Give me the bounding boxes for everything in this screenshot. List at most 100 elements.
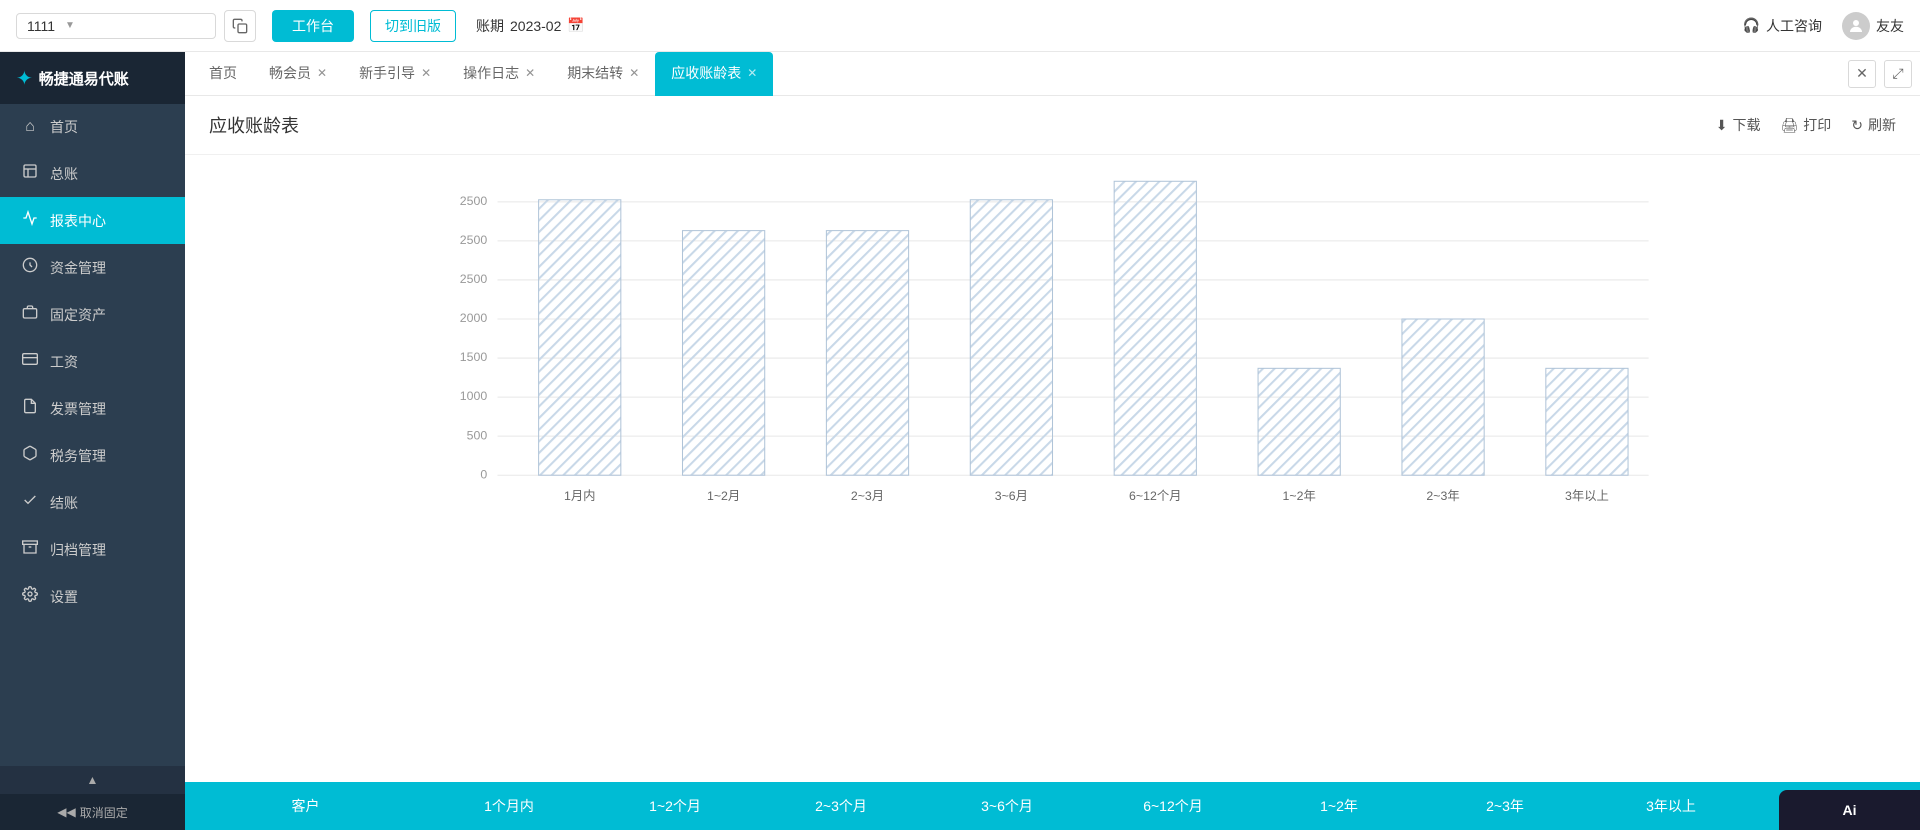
ai-button[interactable]: Ai	[1779, 790, 1920, 830]
tab-oplog-label: 操作日志	[463, 63, 519, 83]
consult-button[interactable]: 🎧 人工咨询	[1743, 16, 1822, 36]
invoice-icon	[20, 398, 40, 419]
workbench-button[interactable]: 工作台	[272, 10, 354, 42]
sidebar-item-funds[interactable]: 资金管理	[0, 244, 185, 291]
svg-text:2500: 2500	[460, 194, 488, 208]
table-header: 客户 1个月内 1~2个月 2~3个月 3~6个月 6~12个月 1~2年 2~…	[185, 782, 1920, 830]
tab-closing-label: 期末结转	[567, 63, 623, 83]
chart-area: 2500 2500 2500 2000 1500 1000 500 0	[185, 155, 1920, 782]
sidebar-item-label-assets: 固定资产	[50, 305, 106, 325]
col-1-2y: 1~2年	[1256, 796, 1422, 816]
settings-icon	[20, 586, 40, 607]
user-menu[interactable]: 友友	[1842, 12, 1904, 40]
period-value: 2023-02	[510, 18, 561, 34]
sidebar-item-closing[interactable]: 结账	[0, 479, 185, 526]
refresh-icon: ↻	[1851, 117, 1863, 134]
logo-text: 畅捷通易代账	[39, 68, 129, 89]
sidebar-item-label-home: 首页	[50, 117, 78, 137]
sidebar-scroll-up[interactable]: ▲	[0, 766, 185, 794]
tab-member[interactable]: 畅会员 ✕	[253, 52, 343, 96]
refresh-button[interactable]: ↻ 刷新	[1851, 115, 1896, 135]
svg-text:3~6月: 3~6月	[995, 489, 1028, 503]
sidebar-item-settings[interactable]: 设置	[0, 573, 185, 620]
col-3-6m: 3~6个月	[924, 796, 1090, 816]
company-selector[interactable]: 1111 ▼	[16, 13, 216, 39]
header-left: 1111 ▼ 工作台 切到旧版 账期 2023-02 📅	[16, 10, 585, 42]
svg-text:2500: 2500	[460, 272, 488, 286]
assets-icon	[20, 304, 40, 325]
sidebar-item-archive[interactable]: 归档管理	[0, 526, 185, 573]
tabs-bar: 首页 畅会员 ✕ 新手引导 ✕ 操作日志 ✕ 期末结转 ✕ 应收账龄表 ✕	[185, 52, 1920, 96]
svg-text:2500: 2500	[460, 233, 488, 247]
reports-icon	[20, 210, 40, 231]
tab-member-close[interactable]: ✕	[317, 66, 327, 80]
page-header: 应收账龄表 ⬇ 下载 🖨 打印 ↻ 刷新	[185, 96, 1920, 155]
sidebar-item-ledger[interactable]: 总账	[0, 150, 185, 197]
col-1m: 1个月内	[426, 796, 592, 816]
svg-text:500: 500	[467, 428, 488, 442]
switch-version-button[interactable]: 切到旧版	[370, 10, 456, 42]
sidebar-item-label-archive: 归档管理	[50, 540, 106, 560]
print-button[interactable]: 🖨 打印	[1780, 115, 1831, 135]
archive-icon	[20, 539, 40, 560]
sidebar-item-assets[interactable]: 固定资产	[0, 291, 185, 338]
tab-aging-label: 应收账龄表	[671, 63, 741, 83]
tab-aging-close[interactable]: ✕	[747, 66, 757, 80]
expand-tab-button[interactable]: ⤢	[1884, 60, 1912, 88]
payroll-icon	[20, 351, 40, 372]
svg-text:1500: 1500	[460, 350, 488, 364]
close-tab-button[interactable]: ✕	[1848, 60, 1876, 88]
period-label: 账期	[476, 16, 504, 36]
tax-icon	[20, 445, 40, 466]
tabs-actions: ✕ ⤢	[1848, 60, 1912, 88]
sidebar: ✦ 畅捷通易代账 ⌂ 首页 总账 报表中心	[0, 52, 185, 830]
sidebar-item-payroll[interactable]: 工资	[0, 338, 185, 385]
sidebar-item-label-reports: 报表中心	[50, 211, 106, 231]
svg-text:1~2年: 1~2年	[1283, 489, 1316, 503]
svg-text:2~3月: 2~3月	[851, 489, 884, 503]
content-area: 首页 畅会员 ✕ 新手引导 ✕ 操作日志 ✕ 期末结转 ✕ 应收账龄表 ✕	[185, 52, 1920, 830]
sidebar-item-tax[interactable]: 税务管理	[0, 432, 185, 479]
aging-chart: 2500 2500 2500 2000 1500 1000 500 0	[209, 171, 1896, 541]
tab-closing-close[interactable]: ✕	[629, 66, 639, 80]
sidebar-item-label-closing: 结账	[50, 493, 78, 513]
svg-text:1000: 1000	[460, 389, 488, 403]
period-info: 账期 2023-02 📅	[476, 16, 585, 36]
tab-home[interactable]: 首页	[193, 52, 253, 96]
copy-button[interactable]	[224, 10, 256, 42]
svg-text:6~12个月: 6~12个月	[1129, 489, 1181, 503]
col-customer: 客户	[185, 796, 426, 816]
download-button[interactable]: ⬇ 下载	[1716, 115, 1761, 135]
tab-aging[interactable]: 应收账龄表 ✕	[655, 52, 773, 96]
sidebar-item-reports[interactable]: 报表中心	[0, 197, 185, 244]
tab-home-label: 首页	[209, 63, 237, 83]
tab-oplog-close[interactable]: ✕	[525, 66, 535, 80]
tab-guide[interactable]: 新手引导 ✕	[343, 52, 447, 96]
sidebar-item-home[interactable]: ⌂ 首页	[0, 104, 185, 150]
svg-text:2000: 2000	[460, 311, 488, 325]
calendar-icon[interactable]: 📅	[567, 17, 584, 34]
cancel-fixed-button[interactable]: ◀◀ 取消固定	[0, 794, 185, 830]
tab-closing[interactable]: 期末结转 ✕	[551, 52, 655, 96]
chevron-down-icon: ▼	[65, 20, 75, 31]
consult-label: 人工咨询	[1766, 16, 1822, 36]
company-name: 1111	[27, 18, 55, 34]
pin-icon: ◀◀	[57, 805, 75, 819]
sidebar-item-invoice[interactable]: 发票管理	[0, 385, 185, 432]
sidebar-item-label-funds: 资金管理	[50, 258, 106, 278]
col-2-3m: 2~3个月	[758, 796, 924, 816]
page-content: 应收账龄表 ⬇ 下载 🖨 打印 ↻ 刷新	[185, 96, 1920, 830]
home-icon: ⌂	[20, 118, 40, 136]
sidebar-logo: ✦ 畅捷通易代账	[0, 52, 185, 104]
tab-guide-close[interactable]: ✕	[421, 66, 431, 80]
sidebar-scroll: ⌂ 首页 总账 报表中心 资金管理	[0, 104, 185, 766]
headset-icon: 🎧	[1743, 17, 1760, 34]
svg-text:1~2月: 1~2月	[707, 489, 740, 503]
svg-text:2~3年: 2~3年	[1426, 489, 1459, 503]
tab-oplog[interactable]: 操作日志 ✕	[447, 52, 551, 96]
header-right: 🎧 人工咨询 友友	[1743, 12, 1904, 40]
svg-text:3年以上: 3年以上	[1565, 489, 1609, 503]
sidebar-item-label-payroll: 工资	[50, 352, 78, 372]
sidebar-item-label-settings: 设置	[50, 587, 78, 607]
print-icon: 🖨	[1780, 117, 1798, 134]
